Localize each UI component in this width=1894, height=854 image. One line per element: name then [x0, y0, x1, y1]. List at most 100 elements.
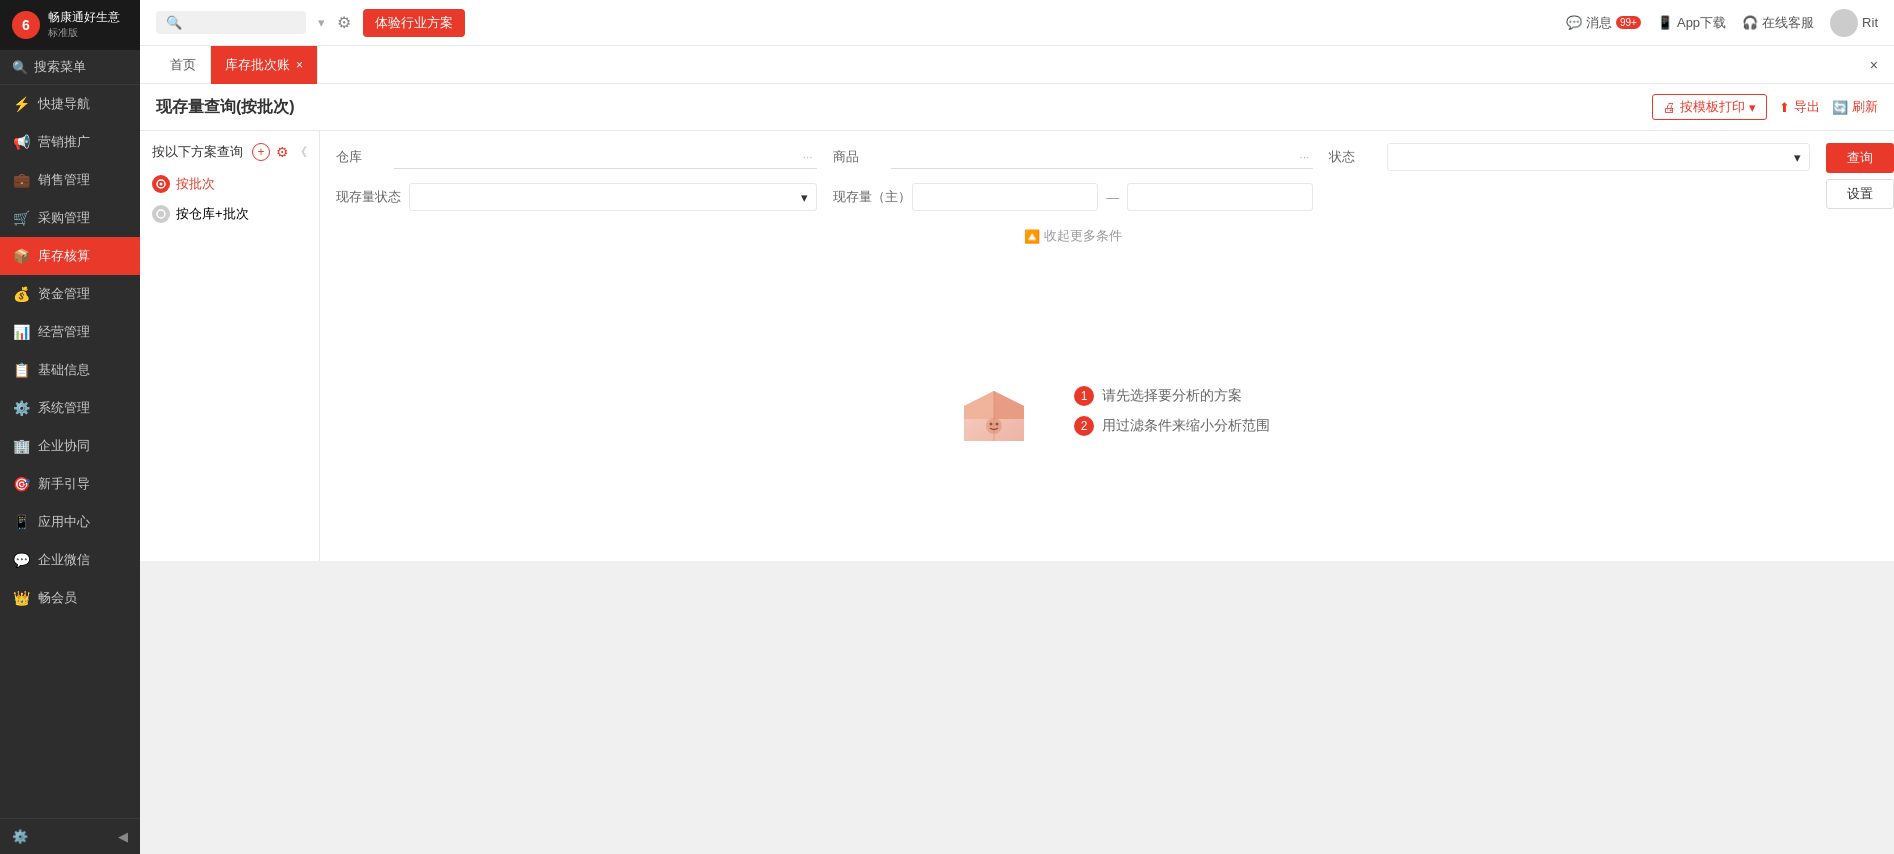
page-content: 现存量查询(按批次) 🖨 按模板打印 ▾ ⬆ 导出 🔄 刷新 [140, 84, 1894, 854]
app-center-icon: 📱 [12, 513, 30, 531]
tab-bar: 首页 库存批次账 × × [140, 46, 1894, 84]
page-header-actions: 🖨 按模板打印 ▾ ⬆ 导出 🔄 刷新 [1652, 94, 1878, 120]
sidebar-settings-icon[interactable]: ⚙️ [12, 829, 28, 844]
filter-actions: 查询 设置 [1826, 131, 1894, 209]
print-btn[interactable]: 🖨 按模板打印 ▾ [1652, 94, 1767, 120]
sidebar-item-label: 畅会员 [38, 589, 77, 607]
inv-qty-max[interactable] [1127, 183, 1313, 211]
sidebar-item-purchase[interactable]: 🛒 采购管理 [0, 199, 140, 237]
sidebar-item-finance[interactable]: 💰 资金管理 [0, 275, 140, 313]
tip-2-text: 用过滤条件来缩小分析范围 [1102, 417, 1270, 435]
tip-num-1: 1 [1074, 386, 1094, 406]
inv-qty-min[interactable] [912, 183, 1098, 211]
collapse-btn-label: 收起更多条件 [1044, 227, 1122, 245]
collapse-scheme-icon[interactable]: 《 [295, 144, 307, 161]
refresh-btn-label: 刷新 [1852, 98, 1878, 116]
marketing-icon: 📢 [12, 133, 30, 151]
sidebar-item-label: 系统管理 [38, 399, 90, 417]
inv-status-select[interactable]: ▾ [409, 183, 817, 211]
sidebar-search[interactable]: 🔍 搜索菜单 [0, 50, 140, 85]
headset-icon: 🎧 [1742, 15, 1758, 30]
goods-label: 商品 [833, 148, 883, 166]
filter-content-row: 仓库 ··· 商品 ··· [320, 131, 1894, 261]
svg-marker-5 [994, 391, 1024, 419]
empty-state-icon [944, 361, 1044, 461]
tab-home[interactable]: 首页 [156, 46, 211, 84]
print-dropdown-icon[interactable]: ▾ [1749, 100, 1756, 115]
page-title: 现存量查询(按批次) [156, 97, 295, 118]
user-menu[interactable]: Rit [1830, 9, 1878, 37]
settings-scheme-icon[interactable]: ⚙ [276, 144, 289, 160]
print-btn-label: 按模板打印 [1680, 98, 1745, 116]
svg-point-2 [157, 210, 165, 218]
empty-tips: 1 请先选择要分析的方案 2 用过滤条件来缩小分析范围 [1074, 386, 1270, 436]
collapse-up-icon: 🔼 [1024, 229, 1040, 244]
tab-inventory-batch[interactable]: 库存批次账 × [211, 46, 318, 84]
sidebar-item-label: 企业微信 [38, 551, 90, 569]
status-select[interactable]: ▾ [1387, 143, 1810, 171]
add-scheme-icon[interactable]: + [252, 143, 270, 161]
sidebar-item-enterprise[interactable]: 🏢 企业协同 [0, 427, 140, 465]
tab-close-main-icon[interactable]: × [1870, 57, 1878, 73]
svg-point-1 [160, 183, 163, 186]
system-icon: ⚙️ [12, 399, 30, 417]
export-btn[interactable]: ⬆ 导出 [1779, 98, 1820, 116]
sidebar-item-system[interactable]: ⚙️ 系统管理 [0, 389, 140, 427]
scheme-by-batch[interactable]: 按批次 [140, 169, 319, 199]
app-download-btn[interactable]: 📱 App下载 [1657, 14, 1726, 32]
inv-qty-range: — [912, 183, 1313, 211]
sidebar-collapse-icon[interactable]: ◀ [118, 829, 128, 844]
filter-area: 按以下方案查询 + ⚙ 《 按批次 [140, 131, 1894, 561]
sidebar-item-marketing[interactable]: 📢 营销推广 [0, 123, 140, 161]
dropdown-icon[interactable]: ▾ [318, 15, 325, 30]
top-search-box[interactable]: 🔍 [156, 11, 306, 34]
filter-sidebar-title: 按以下方案查询 + ⚙ 《 [140, 143, 319, 169]
settings-gear-icon[interactable]: ⚙ [337, 13, 351, 32]
sidebar-item-basic[interactable]: 📋 基础信息 [0, 351, 140, 389]
sidebar-item-label: 新手引导 [38, 475, 90, 493]
user-name: Rit [1862, 15, 1878, 30]
settings-btn[interactable]: 设置 [1826, 179, 1894, 209]
online-service-label: 在线客服 [1762, 14, 1814, 32]
sidebar-item-newbie[interactable]: 🎯 新手引导 [0, 465, 140, 503]
export-btn-label: 导出 [1794, 98, 1820, 116]
app-title: 畅康通好生意 [48, 10, 120, 26]
scheme-batch-label: 按批次 [176, 175, 215, 193]
user-avatar [1830, 9, 1858, 37]
sidebar-item-label: 销售管理 [38, 171, 90, 189]
filter-row-2: 现存量状态 ▾ 现存量（主） — [336, 183, 1810, 211]
warehouse-input[interactable] [394, 145, 799, 168]
collapse-row[interactable]: 🔼 收起更多条件 [336, 223, 1810, 249]
goods-input-wrapper: ··· [891, 145, 1314, 169]
query-btn[interactable]: 查询 [1826, 143, 1894, 173]
messages-btn[interactable]: 💬 消息 99+ [1566, 14, 1641, 32]
warehouse-label: 仓库 [336, 148, 386, 166]
messages-label: 消息 [1586, 14, 1612, 32]
sidebar-item-sales[interactable]: 💼 销售管理 [0, 161, 140, 199]
scheme-wh-batch-label: 按仓库+批次 [176, 205, 249, 223]
scheme-by-warehouse-batch[interactable]: 按仓库+批次 [140, 199, 319, 229]
refresh-btn[interactable]: 🔄 刷新 [1832, 98, 1878, 116]
sidebar-item-quick-nav[interactable]: ⚡ 快捷导航 [0, 85, 140, 123]
goods-dots[interactable]: ··· [1295, 150, 1313, 164]
inventory-icon: 📦 [12, 247, 30, 265]
message-icon: 💬 [1566, 15, 1582, 30]
page-header: 现存量查询(按批次) 🖨 按模板打印 ▾ ⬆ 导出 🔄 刷新 [140, 84, 1894, 131]
member-icon: 👑 [12, 589, 30, 607]
experience-btn[interactable]: 体验行业方案 [363, 9, 465, 37]
sidebar-item-wechat[interactable]: 💬 企业微信 [0, 541, 140, 579]
filter-sidebar: 按以下方案查询 + ⚙ 《 按批次 [140, 131, 320, 561]
sidebar-item-member[interactable]: 👑 畅会员 [0, 579, 140, 617]
warehouse-dots[interactable]: ··· [799, 150, 817, 164]
status-field: 状态 ▾ [1329, 143, 1810, 171]
online-service-btn[interactable]: 🎧 在线客服 [1742, 14, 1814, 32]
sidebar-item-label: 快捷导航 [38, 95, 90, 113]
goods-input[interactable] [891, 145, 1296, 168]
sidebar-item-label: 基础信息 [38, 361, 90, 379]
goods-field: 商品 ··· [833, 145, 1314, 169]
status-label: 状态 [1329, 148, 1379, 166]
sidebar-item-operations[interactable]: 📊 经营管理 [0, 313, 140, 351]
tab-close-icon[interactable]: × [296, 59, 303, 71]
sidebar-item-app-center[interactable]: 📱 应用中心 [0, 503, 140, 541]
sidebar-item-inventory[interactable]: 📦 库存核算 [0, 237, 140, 275]
